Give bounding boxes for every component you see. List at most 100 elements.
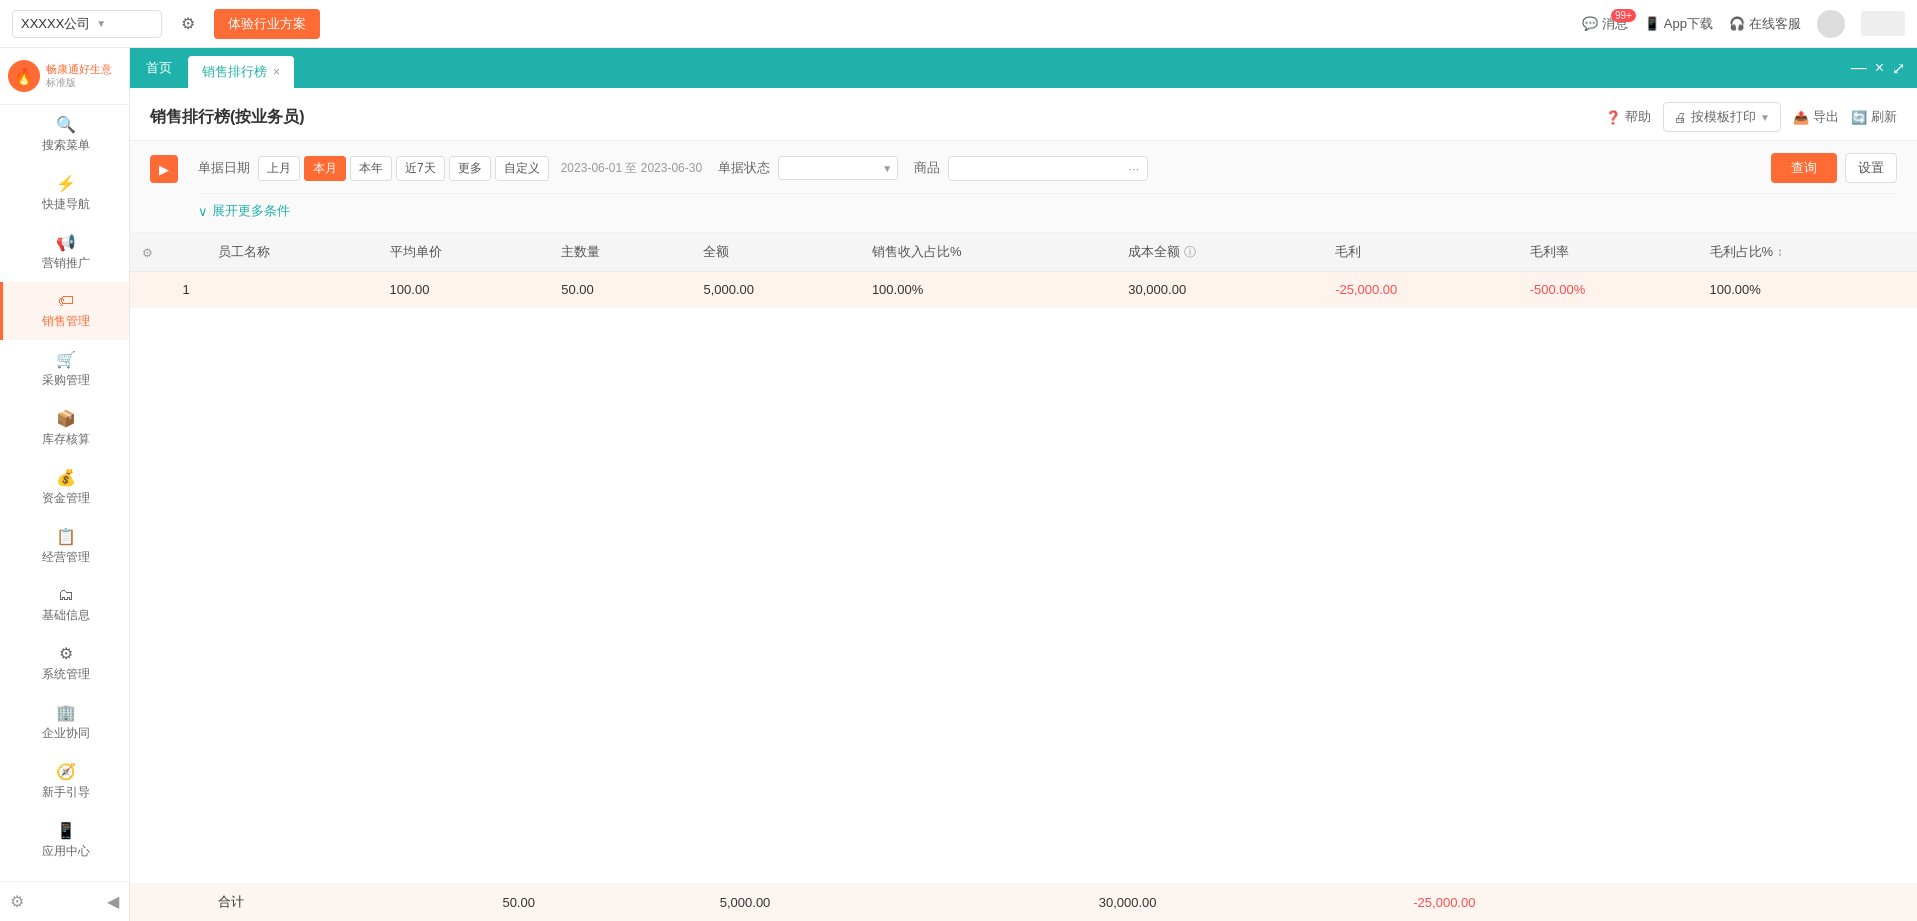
- th-avg-price: 平均单价: [378, 233, 550, 272]
- refresh-button[interactable]: 🔄 刷新: [1851, 108, 1897, 126]
- message-icon: 💬: [1582, 16, 1598, 31]
- cost-info-icon[interactable]: ⓘ: [1184, 245, 1196, 259]
- td-name: [206, 272, 378, 308]
- app-download-button[interactable]: 📱 App下载: [1644, 15, 1713, 33]
- refresh-icon: 🔄: [1851, 110, 1867, 125]
- th-name: 员工名称: [206, 233, 378, 272]
- print-button[interactable]: 🖨 按模板打印 ▼: [1663, 102, 1781, 132]
- page-actions: ❓ 帮助 🖨 按模板打印 ▼ 📤 导出 🔄: [1605, 102, 1897, 132]
- print-label: 按模板打印: [1691, 108, 1756, 126]
- sidebar-item-label: 销售管理: [42, 313, 90, 330]
- td-total-label: 合计: [206, 883, 398, 921]
- sidebar-item-appstore[interactable]: 📱 应用中心: [0, 811, 129, 870]
- sidebar-item-quicknav[interactable]: ⚡ 快捷导航: [0, 164, 129, 223]
- sidebar-item-operations[interactable]: 📋 经营管理: [0, 517, 129, 576]
- data-table: ⚙ 员工名称 平均单价 主数量 全额 销售收入占比% 成本全额 ⓘ: [130, 233, 1917, 308]
- tab-close-all-icon[interactable]: ×: [1875, 59, 1884, 77]
- goods-filter-group: 商品 ···: [914, 156, 1148, 181]
- td-gross: -25,000.00: [1323, 272, 1518, 308]
- phone-icon: 📱: [56, 821, 76, 840]
- filter-section: ▶ 单据日期 上月 本月 本年 近7天: [150, 153, 1897, 220]
- trial-button[interactable]: 体验行业方案: [214, 9, 320, 39]
- sidebar-item-label: 搜索菜单: [42, 137, 90, 154]
- tab-minimize-icon[interactable]: —: [1851, 59, 1867, 77]
- export-button[interactable]: 📤 导出: [1793, 108, 1839, 126]
- message-button[interactable]: 💬 消息 99+: [1582, 15, 1628, 33]
- expand-arrow-button[interactable]: ▶: [150, 155, 178, 183]
- avatar[interactable]: [1817, 10, 1845, 38]
- td-total-gross: -25,000.00: [1401, 883, 1732, 921]
- sidebar-item-newbie[interactable]: 🧭 新手引导: [0, 752, 129, 811]
- date-btn-current-year[interactable]: 本年: [350, 156, 392, 181]
- th-rank: [166, 233, 206, 272]
- date-range: 2023-06-01 至 2023-06-30: [561, 160, 702, 177]
- sidebar-item-marketing[interactable]: 📢 营销推广: [0, 223, 129, 282]
- topbar-settings-icon[interactable]: ⚙: [172, 8, 204, 40]
- date-btn-7days[interactable]: 近7天: [396, 156, 445, 181]
- chevron-down-icon: ▼: [96, 18, 106, 29]
- th-settings: ⚙: [130, 233, 166, 272]
- sidebar-item-label: 基础信息: [42, 607, 90, 624]
- export-label: 导出: [1813, 108, 1839, 126]
- collapse-icon[interactable]: ◀: [107, 892, 119, 911]
- sidebar-item-inventory[interactable]: 📦 库存核算: [0, 399, 129, 458]
- td-main-qty: 50.00: [549, 272, 691, 308]
- td-rank: 1: [166, 272, 206, 308]
- goods-label: 商品: [914, 159, 940, 177]
- status-filter-group: 单据状态: [718, 156, 898, 180]
- brand-name: 畅康通好生意: [46, 62, 112, 76]
- top-bar: XXXXX公司 ▼ ⚙ 体验行业方案 💬 消息 99+ 📱 App下载 🎧 在线…: [0, 0, 1917, 48]
- company-selector[interactable]: XXXXX公司 ▼: [12, 10, 162, 38]
- date-filter-group: 单据日期 上月 本月 本年 近7天 更多 自定义: [198, 156, 702, 181]
- td-total-cost: 30,000.00: [1087, 883, 1402, 921]
- th-total: 全额: [691, 233, 859, 272]
- date-btn-current-month[interactable]: 本月: [304, 156, 346, 181]
- status-select[interactable]: [778, 156, 898, 180]
- expand-label: 展开更多条件: [212, 202, 290, 220]
- help-button[interactable]: ❓ 帮助: [1605, 108, 1651, 126]
- th-gross: 毛利: [1323, 233, 1518, 272]
- settings-bottom-icon[interactable]: ⚙: [10, 892, 24, 911]
- date-buttons: 上月 本月 本年 近7天 更多 自定义: [258, 156, 549, 181]
- sidebar-item-wechat[interactable]: 💬 企业微信: [0, 870, 129, 881]
- date-btn-custom[interactable]: 自定义: [495, 156, 549, 181]
- sidebar-item-basic[interactable]: 🗂 基础信息: [0, 576, 129, 634]
- date-btn-last-month[interactable]: 上月: [258, 156, 300, 181]
- td-total-avg-price: [398, 883, 490, 921]
- help-label: 帮助: [1625, 108, 1651, 126]
- goods-input[interactable]: ···: [948, 156, 1148, 181]
- tab-close-icon[interactable]: ×: [273, 65, 280, 79]
- cart-icon: 🛒: [56, 350, 76, 369]
- sidebar-item-label: 系统管理: [42, 666, 90, 683]
- sidebar-item-search[interactable]: 🔍 搜索菜单: [0, 105, 129, 164]
- gross-ratio-sort-icon[interactable]: ↕: [1777, 245, 1783, 259]
- td-total-gross-rate: [1732, 883, 1824, 921]
- sidebar-item-purchase[interactable]: 🛒 采购管理: [0, 340, 129, 399]
- query-button[interactable]: 查询: [1771, 153, 1837, 183]
- sidebar-item-sales[interactable]: 🏷 销售管理: [0, 282, 129, 340]
- sidebar-item-system[interactable]: ⚙ 系统管理: [0, 634, 129, 693]
- td-total-spacer2: [166, 883, 206, 921]
- td-gross-ratio: 100.00%: [1698, 272, 1917, 308]
- megaphone-icon: 📢: [56, 233, 76, 252]
- chevron-down-icon: ∨: [198, 204, 208, 219]
- print-icon: 🖨: [1674, 110, 1687, 125]
- tab-sales-ranking[interactable]: 销售排行榜 ×: [188, 56, 294, 88]
- online-service-button[interactable]: 🎧 在线客服: [1729, 15, 1801, 33]
- filters-main: 单据日期 上月 本月 本年 近7天 更多 自定义: [198, 153, 1897, 220]
- user-name[interactable]: [1861, 11, 1905, 36]
- compass-icon: 🧭: [56, 762, 76, 781]
- td-total-main-qty: 50.00: [490, 883, 707, 921]
- settings-row-button[interactable]: 设置: [1845, 153, 1897, 183]
- sidebar-item-enterprise[interactable]: 🏢 企业协同: [0, 693, 129, 752]
- tab-home[interactable]: 首页: [130, 48, 188, 88]
- sidebar-item-finance[interactable]: 💰 资金管理: [0, 458, 129, 517]
- sidebar-item-label: 采购管理: [42, 372, 90, 389]
- td-gross-rate: -500.00%: [1518, 272, 1698, 308]
- search-icon: 🔍: [56, 115, 76, 134]
- expand-more-button[interactable]: ∨ 展开更多条件: [198, 193, 1897, 220]
- date-btn-more[interactable]: 更多: [449, 156, 491, 181]
- tab-maximize-icon[interactable]: ⤢: [1892, 59, 1905, 78]
- column-settings-icon[interactable]: ⚙: [142, 246, 153, 260]
- company-name: XXXXX公司: [21, 15, 90, 33]
